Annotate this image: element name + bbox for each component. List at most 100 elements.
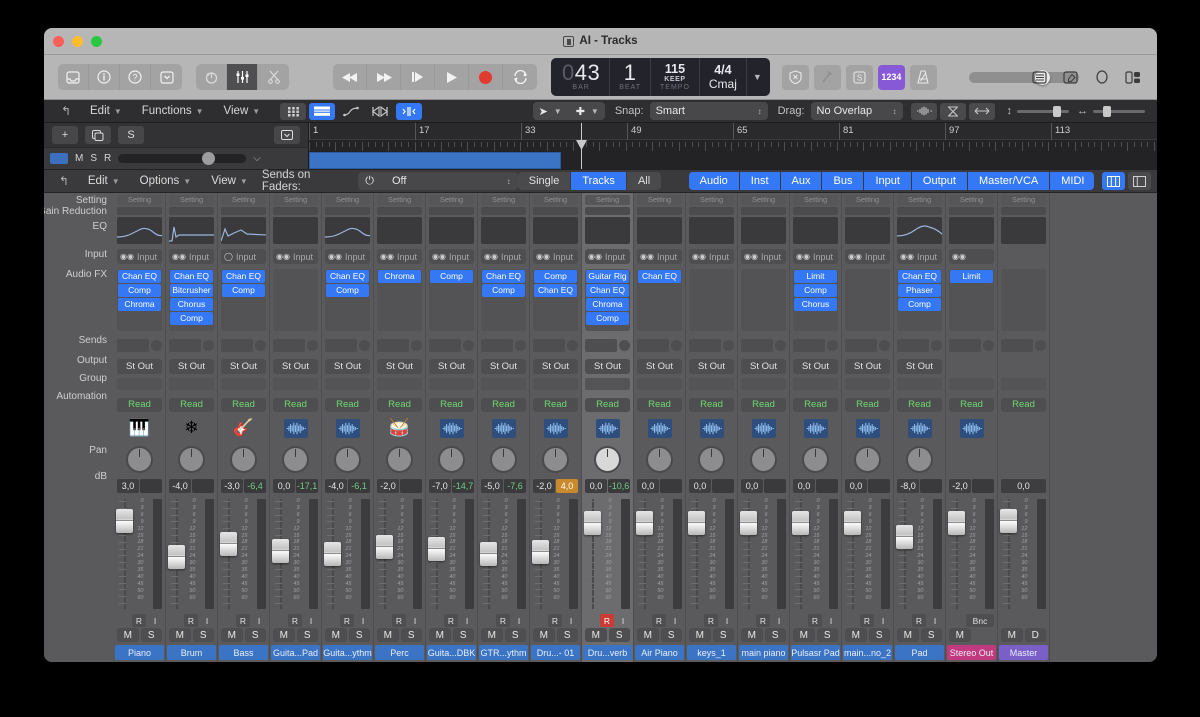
marquee-icon[interactable] bbox=[396, 102, 423, 120]
eq-thumbnail[interactable] bbox=[429, 217, 474, 244]
channel-icon[interactable] bbox=[894, 415, 945, 441]
view-button-group[interactable] bbox=[196, 64, 289, 90]
audio-fx-slots[interactable]: Chan EQ Comp Chroma bbox=[117, 269, 162, 331]
audio-fx-slot[interactable]: Comp bbox=[222, 284, 265, 297]
send-knob[interactable] bbox=[411, 340, 422, 351]
db-row[interactable]: -8,0 bbox=[897, 479, 942, 493]
cycle-icon[interactable] bbox=[503, 64, 537, 90]
output-slot[interactable]: St Out bbox=[169, 359, 214, 374]
double-arrow-icon[interactable] bbox=[968, 102, 995, 120]
audio-fx-slot[interactable]: Chan EQ bbox=[898, 270, 941, 283]
sends-slots[interactable] bbox=[793, 339, 838, 352]
mute-button[interactable]: M bbox=[481, 628, 503, 642]
power-icon[interactable]: ⏻ bbox=[365, 175, 374, 188]
output-slot[interactable]: St Out bbox=[897, 359, 942, 374]
fader-cap[interactable] bbox=[219, 532, 237, 556]
flex-icon[interactable] bbox=[367, 103, 393, 120]
automation-mode-selector[interactable]: Read bbox=[325, 398, 370, 412]
left-button-group[interactable]: ? bbox=[58, 64, 182, 90]
pan-knob[interactable] bbox=[646, 445, 673, 473]
peak-value[interactable] bbox=[816, 479, 838, 493]
db-value[interactable]: -4,0 bbox=[325, 479, 347, 493]
channel-name[interactable]: GTR...ythm bbox=[479, 645, 528, 660]
filter-aux[interactable]: Aux bbox=[780, 172, 823, 190]
audio-fx-slots[interactable] bbox=[273, 269, 318, 331]
filter-midi[interactable]: MIDI bbox=[1050, 172, 1094, 190]
knob-icon[interactable] bbox=[196, 64, 227, 90]
solo-button[interactable]: S bbox=[140, 628, 162, 642]
mute-button[interactable]: M bbox=[325, 628, 347, 642]
record-enable-button[interactable]: R bbox=[704, 614, 718, 627]
channel-strip[interactable]: Setting ◉◉ Input St Out Read 0,0 0 3 6 9 12 15 18 21… bbox=[738, 193, 790, 662]
eq-thumbnail[interactable] bbox=[897, 217, 942, 244]
audio-fx-slots[interactable] bbox=[741, 269, 786, 331]
note-pad-icon[interactable] bbox=[1058, 65, 1083, 89]
input-slot[interactable]: ◉◉ Input bbox=[741, 249, 786, 264]
mute-solo-row[interactable]: MS bbox=[634, 628, 685, 645]
arrange-extra-buttons[interactable] bbox=[910, 102, 995, 120]
mixer-menu-edit[interactable]: Edit ▼ bbox=[78, 175, 130, 187]
menu-functions[interactable]: Functions ▼ bbox=[132, 105, 214, 117]
db-row[interactable]: -4,0 bbox=[169, 479, 214, 493]
record-input-row[interactable]: RI bbox=[894, 613, 945, 628]
channel-name[interactable]: Dru...- 01 bbox=[531, 645, 580, 660]
pan-knob[interactable] bbox=[282, 445, 309, 473]
automation-mode-selector[interactable]: Read bbox=[169, 398, 214, 412]
channel-icon[interactable] bbox=[634, 415, 685, 441]
db-row[interactable]: 0,0 -10,6 bbox=[585, 479, 630, 493]
snap-selector[interactable]: Smart ↕ bbox=[649, 102, 768, 120]
send-knob[interactable] bbox=[879, 340, 890, 351]
audio-fx-slots[interactable] bbox=[845, 269, 890, 331]
peak-value[interactable] bbox=[764, 479, 786, 493]
fader-area[interactable]: 0 3 6 9 12 15 18 21 24 30 35 40 45 50 60 bbox=[998, 493, 1049, 613]
group-slot[interactable] bbox=[793, 378, 838, 390]
mute-solo-row[interactable]: MS bbox=[686, 628, 737, 645]
input-monitor-button[interactable]: I bbox=[564, 614, 578, 627]
channel-strip[interactable]: Setting ◉◉ Input Chan EQ Comp Chroma St Out Rea… bbox=[114, 193, 166, 662]
db-row[interactable]: -5,0 -7,6 bbox=[481, 479, 526, 493]
mute-solo-row[interactable]: MS bbox=[478, 628, 529, 645]
faders-icon[interactable] bbox=[227, 64, 258, 90]
mute-solo-row[interactable]: MS bbox=[218, 628, 269, 645]
grid-icon[interactable] bbox=[280, 102, 307, 120]
utility-buttons[interactable]: S 1234 bbox=[781, 64, 937, 90]
play-icon[interactable] bbox=[435, 64, 469, 90]
send-knob[interactable] bbox=[567, 340, 578, 351]
input-slot[interactable]: ◯ Input bbox=[221, 249, 266, 264]
mute-solo-row[interactable]: MS bbox=[166, 628, 217, 645]
volume-fader[interactable] bbox=[739, 499, 757, 609]
solo-icon[interactable]: S bbox=[118, 126, 144, 144]
channel-name[interactable]: Dru...verb bbox=[583, 645, 632, 660]
menu-edit[interactable]: Edit ▼ bbox=[80, 105, 132, 117]
pan-knob[interactable] bbox=[542, 445, 569, 473]
automation-mode-selector[interactable]: Read bbox=[949, 398, 994, 412]
channel-strip[interactable]: Setting ◉◉ Input Chan EQ Bitcrusher Chorus Com… bbox=[166, 193, 218, 662]
pan-knob-wrap[interactable] bbox=[582, 441, 633, 477]
lcd-beat-cell[interactable]: 1 BEAT bbox=[610, 58, 651, 96]
automation-curve-icon[interactable] bbox=[338, 103, 364, 120]
fader-cap[interactable] bbox=[167, 545, 185, 569]
group-slot[interactable] bbox=[637, 378, 682, 390]
input-slot[interactable]: ◉◉ Input bbox=[637, 249, 682, 264]
channel-icon[interactable] bbox=[582, 415, 633, 441]
channel-strip[interactable]: Setting ◉◉ Input St Out Read 0,0 0 3 6 9 12 15 18 21… bbox=[686, 193, 738, 662]
scope-segmented-control[interactable]: Single Tracks All bbox=[517, 172, 661, 190]
eq-thumbnail[interactable] bbox=[481, 217, 526, 244]
mute-solo-row[interactable]: MS bbox=[842, 628, 893, 645]
record-input-row[interactable]: Bnc bbox=[946, 613, 997, 628]
channel-name[interactable]: Pad bbox=[895, 645, 944, 660]
send-knob[interactable] bbox=[515, 340, 526, 351]
audio-fx-slot[interactable]: Chan EQ bbox=[482, 270, 525, 283]
lcd-display[interactable]: 043 BAR 1 BEAT 115 KEEP TEMPO 4/4 Cmaj ▼ bbox=[551, 58, 770, 96]
sends-slots[interactable] bbox=[637, 339, 682, 352]
solo-button[interactable]: S bbox=[608, 628, 630, 642]
channel-icon[interactable]: 🎹 bbox=[114, 415, 165, 441]
group-slot[interactable] bbox=[585, 378, 630, 390]
volume-fader[interactable] bbox=[583, 499, 601, 609]
pan-knob[interactable] bbox=[802, 445, 829, 473]
setting-slot[interactable]: Setting bbox=[169, 195, 214, 205]
sends-slots[interactable] bbox=[169, 339, 214, 352]
group-slot[interactable] bbox=[949, 378, 994, 390]
output-slot[interactable]: St Out bbox=[585, 359, 630, 374]
channel-icon[interactable] bbox=[478, 415, 529, 441]
